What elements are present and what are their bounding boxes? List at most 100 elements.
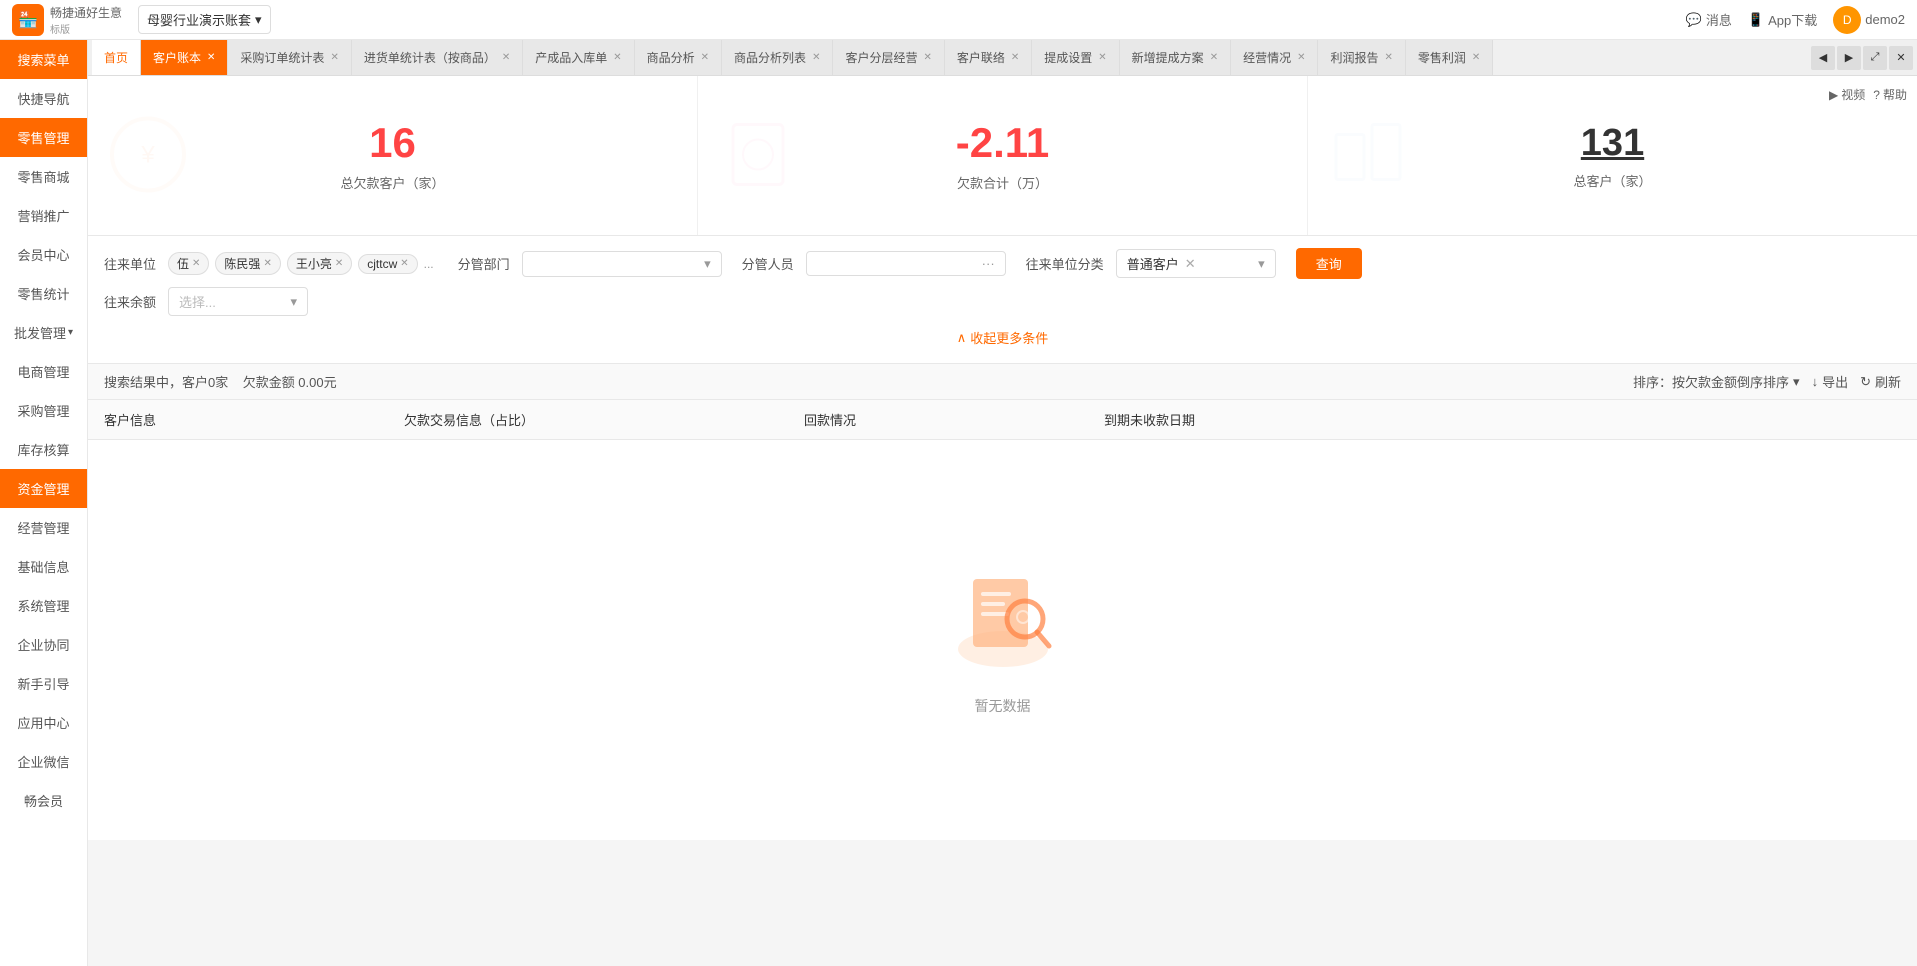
sidebar-item-wholesale-mgmt[interactable]: 批发管理 ▾ (0, 313, 87, 352)
tab-close-product-inbound[interactable]: ✕ (613, 52, 621, 63)
sidebar: 搜索菜单 快捷导航 零售管理 零售商城 营销推广 会员中心 零售统计 批发管理 … (0, 40, 88, 966)
sidebar-item-marketing[interactable]: 营销推广 (0, 196, 87, 235)
unit-class-select[interactable]: 普通客户 ✕ ▾ (1116, 249, 1276, 278)
filter-tag-close-chen[interactable]: ✕ (263, 258, 271, 269)
refresh-btn[interactable]: ↻ 刷新 (1860, 372, 1901, 391)
tab-operation-status[interactable]: 经营情况 ✕ (1231, 40, 1318, 76)
chevron-down-icon: ▾ (68, 327, 73, 338)
sidebar-search[interactable]: 搜索菜单 (0, 40, 87, 79)
sidebar-item-operation-mgmt[interactable]: 经营管理 (0, 508, 87, 547)
tab-purchase-order[interactable]: 采购订单统计表 ✕ (228, 40, 351, 76)
tab-close-profit-report[interactable]: ✕ (1385, 52, 1393, 63)
sidebar-item-finance-mgmt[interactable]: 资金管理 (0, 469, 87, 508)
sidebar-item-quick-nav[interactable]: 快捷导航 (0, 79, 87, 118)
tab-close-operation-status[interactable]: ✕ (1297, 52, 1305, 63)
sidebar-item-pro-member[interactable]: 畅会员 (0, 781, 87, 820)
tab-customer-account[interactable]: 客户账本 ✕ (141, 40, 228, 76)
stat-icon-customers: ¥ (108, 114, 188, 197)
phone-icon: 📱 (1748, 12, 1764, 28)
sort-label: 排序：按欠款金额倒序排序 (1633, 372, 1789, 391)
collapse-btn[interactable]: ∧ 收起更多条件 (104, 324, 1901, 351)
filter-tag-close-cjttcw[interactable]: ✕ (400, 258, 408, 269)
filter-tags-unit: 伍 ✕ 陈民强 ✕ 王小亮 ✕ cjttcw ✕ (168, 252, 434, 275)
filter-more-btn[interactable]: ... (424, 257, 434, 271)
sidebar-item-enterprise-wechat[interactable]: 企业微信 (0, 742, 87, 781)
page-content: ¥ 16 总欠款客户（家） -2.11 欠款合计（万） (88, 76, 1917, 966)
chevron-down-icon: ▾ (704, 256, 711, 272)
sidebar-item-retail-mgmt[interactable]: 零售管理 (0, 118, 87, 157)
stat-icon-total-customers (1328, 114, 1408, 197)
tab-close-raise-settings[interactable]: ✕ (1098, 52, 1106, 63)
empty-text: 暂无数据 (975, 696, 1031, 716)
message-btn[interactable]: 💬 消息 (1686, 10, 1732, 29)
app-download-btn[interactable]: 📱 App下载 (1748, 10, 1817, 29)
tab-close-customer-segment[interactable]: ✕ (923, 52, 931, 63)
tab-raise-settings[interactable]: 提成设置 ✕ (1032, 40, 1119, 76)
sidebar-item-system-mgmt[interactable]: 系统管理 (0, 586, 87, 625)
tab-customer-connect[interactable]: 客户联络 ✕ (945, 40, 1032, 76)
stat-total-debt-customers: ¥ 16 总欠款客户（家） (88, 76, 698, 235)
unit-class-label: 往来单位分类 (1026, 254, 1104, 273)
sidebar-item-app-center[interactable]: 应用中心 (0, 703, 87, 742)
filter-tag-close-wang[interactable]: ✕ (335, 258, 343, 269)
tab-close-all-btn[interactable]: ✕ (1889, 46, 1913, 70)
tab-profit-report[interactable]: 利润报告 ✕ (1318, 40, 1405, 76)
sidebar-item-retail-mall[interactable]: 零售商城 (0, 157, 87, 196)
result-bar: 搜索结果中，客户0家 欠款金额 0.00元 排序：按欠款金额倒序排序 ▾ ↓ 导… (88, 364, 1917, 400)
tab-expand-btn[interactable]: ⤢ (1863, 46, 1887, 70)
tab-customer-segment[interactable]: 客户分层经营 ✕ (833, 40, 944, 76)
sidebar-item-member-center[interactable]: 会员中心 (0, 235, 87, 274)
tab-close-goods-analysis-list[interactable]: ✕ (812, 52, 820, 63)
filter-tag-close-wu[interactable]: ✕ (192, 258, 200, 269)
sidebar-item-newbie-guide[interactable]: 新手引导 (0, 664, 87, 703)
logo-text: 畅捷通好生意 标版 (50, 4, 122, 36)
tab-close-retail-profit[interactable]: ✕ (1472, 52, 1480, 63)
dept-select[interactable]: ▾ (522, 251, 722, 277)
tab-close-goods-analysis[interactable]: ✕ (701, 52, 709, 63)
stat-label-total-customers: 总客户（家） (1573, 171, 1651, 190)
video-btn[interactable]: ▶ 视频 (1829, 86, 1865, 103)
topbar-left: 🏪 畅捷通好生意 标版 母婴行业演示账套 ▾ (12, 4, 271, 36)
topbar: 🏪 畅捷通好生意 标版 母婴行业演示账套 ▾ 💬 消息 📱 App下载 D de… (0, 0, 1917, 40)
balance-select[interactable]: 选择... ▾ (168, 287, 308, 316)
tab-goods-analysis-list[interactable]: 商品分析列表 ✕ (722, 40, 833, 76)
store-selector[interactable]: 母婴行业演示账套 ▾ (138, 5, 271, 34)
result-actions: 排序：按欠款金额倒序排序 ▾ ↓ 导出 ↻ 刷新 (1633, 372, 1901, 391)
tab-close-customer-account[interactable]: ✕ (207, 52, 215, 63)
stats-banner: ¥ 16 总欠款客户（家） -2.11 欠款合计（万） (88, 76, 1917, 236)
tab-new-raise-plan[interactable]: 新增提成方案 ✕ (1120, 40, 1231, 76)
sidebar-item-inventory-check[interactable]: 库存核算 (0, 430, 87, 469)
tab-goods-analysis[interactable]: 商品分析 ✕ (635, 40, 722, 76)
sidebar-item-purchase-mgmt[interactable]: 采购管理 (0, 391, 87, 430)
export-btn[interactable]: ↓ 导出 (1812, 372, 1849, 391)
stat-value-debt-amount: -2.11 (956, 119, 1049, 167)
person-select-more[interactable]: ··· (982, 256, 995, 271)
topbar-right: 💬 消息 📱 App下载 D demo2 (1686, 6, 1905, 34)
filter-tag-chen: 陈民强 ✕ (215, 252, 280, 275)
filter-row-1: 往来单位 伍 ✕ 陈民强 ✕ 王小亮 ✕ (104, 248, 1901, 279)
chevron-down-icon: ▾ (290, 294, 297, 310)
tab-close-customer-connect[interactable]: ✕ (1011, 52, 1019, 63)
tab-product-inbound[interactable]: 产成品入库单 ✕ (523, 40, 634, 76)
help-btn[interactable]: ? 帮助 (1873, 86, 1907, 103)
query-btn[interactable]: 查询 (1296, 248, 1362, 279)
filter-tag-close-unit-class[interactable]: ✕ (1185, 256, 1196, 272)
sidebar-item-ecom-mgmt[interactable]: 电商管理 (0, 352, 87, 391)
sidebar-item-enterprise-collab[interactable]: 企业协同 (0, 625, 87, 664)
user-menu[interactable]: D demo2 (1833, 6, 1905, 34)
tab-inbound-stats[interactable]: 进货单统计表（按商品） ✕ (352, 40, 523, 76)
tab-prev-btn[interactable]: ◀ (1811, 46, 1835, 70)
tab-home[interactable]: 首页 (92, 40, 141, 76)
filter-tag-wang: 王小亮 ✕ (287, 252, 352, 275)
tab-close-inbound-stats[interactable]: ✕ (502, 52, 510, 63)
tab-next-btn[interactable]: ▶ (1837, 46, 1861, 70)
tab-close-new-raise-plan[interactable]: ✕ (1210, 52, 1218, 63)
sidebar-item-basic-info[interactable]: 基础信息 (0, 547, 87, 586)
stat-label-debt-amount: 欠款合计（万） (957, 173, 1048, 192)
tab-retail-profit[interactable]: 零售利润 ✕ (1406, 40, 1493, 76)
sort-select[interactable]: 排序：按欠款金额倒序排序 ▾ (1633, 372, 1800, 391)
chevron-down-icon: ▾ (255, 12, 262, 28)
person-select[interactable]: ··· (806, 251, 1006, 276)
tab-close-purchase-order[interactable]: ✕ (330, 52, 338, 63)
sidebar-item-retail-stats[interactable]: 零售统计 (0, 274, 87, 313)
